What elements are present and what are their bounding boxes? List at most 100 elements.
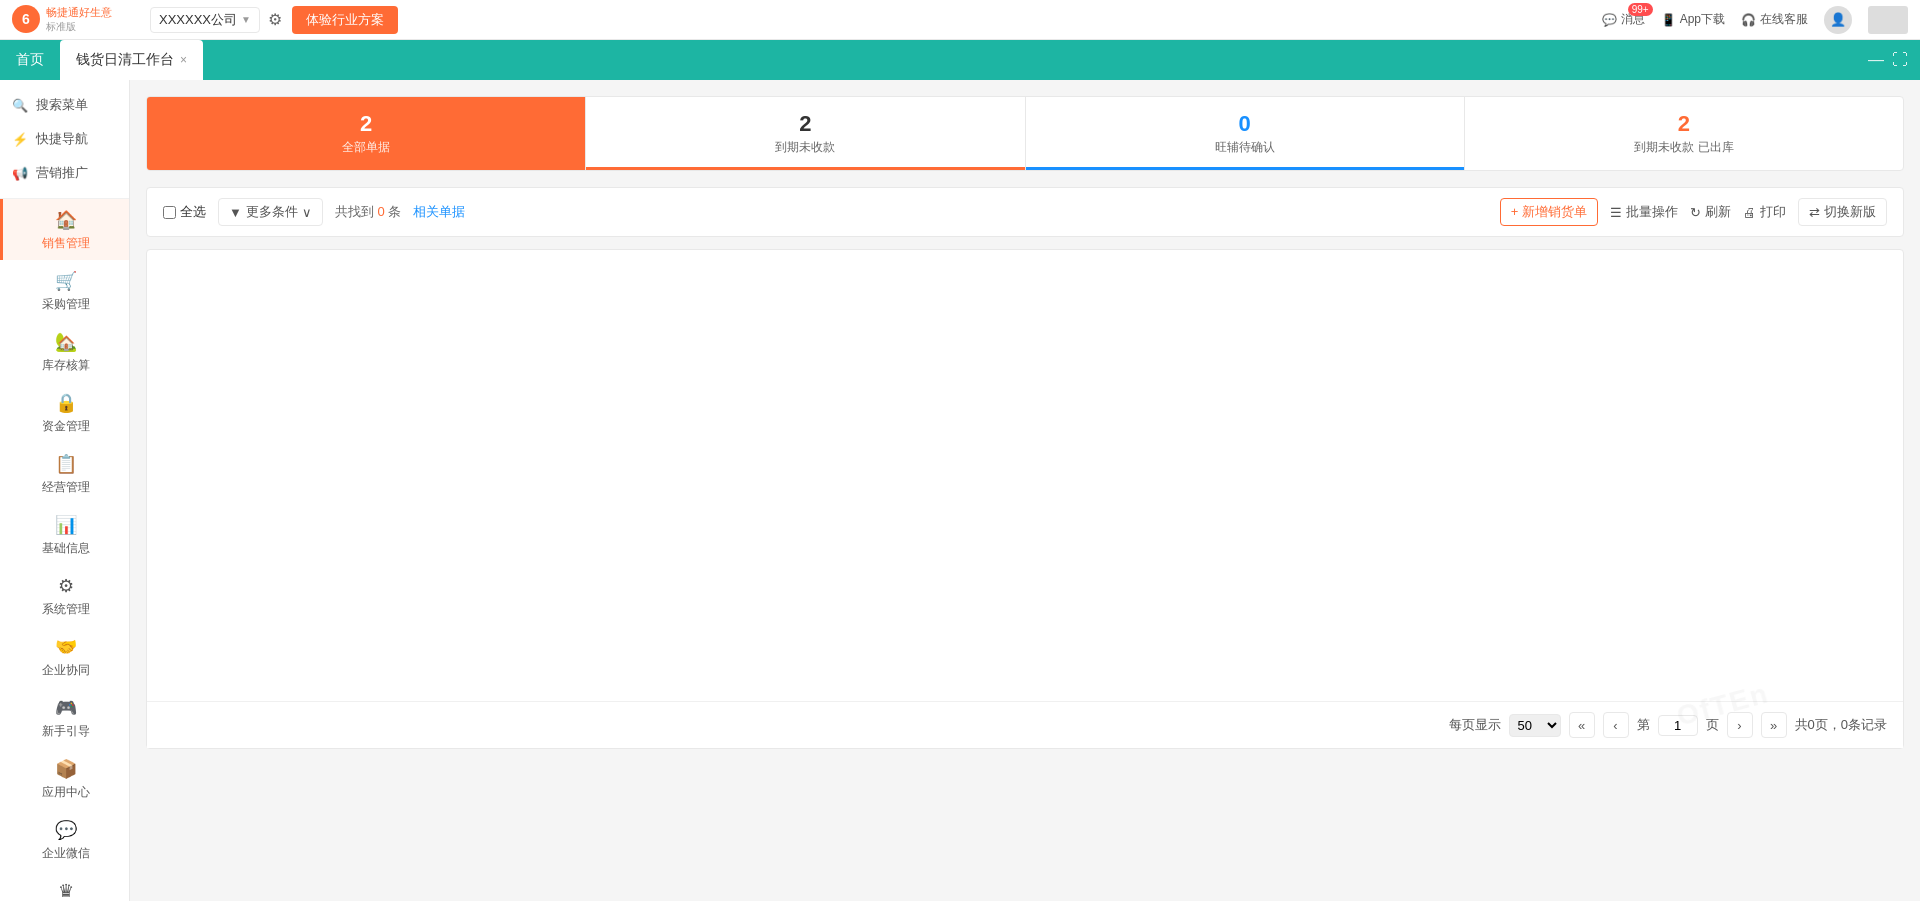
tab-bar: 首页 钱货日清工作台 × — ⛶ [0,40,1920,80]
stat-card-pending[interactable]: 0 旺辅待确认 [1026,97,1465,170]
content-area: 2 全部单据 2 到期未收款 0 旺辅待确认 2 到期未收款 已出库 [130,80,1920,901]
sidebar-item-app-center[interactable]: 📦 应用中心 [0,748,129,809]
sidebar-item-beginner-label: 新手引导 [42,723,90,740]
basic-info-icon: 📊 [55,514,77,536]
batch-label: 批量操作 [1626,203,1678,221]
first-page-btn[interactable]: « [1569,712,1595,738]
sidebar-item-purchase[interactable]: 🛒 采购管理 [0,260,129,321]
page-input[interactable] [1658,715,1698,736]
sidebar-item-inventory-label: 库存核算 [42,357,90,374]
batch-icon: ☰ [1610,205,1622,220]
company-selector[interactable]: XXXXXX公司 ▼ [150,7,260,33]
finance-icon: 🔒 [55,392,77,414]
message-btn[interactable]: 💬 消息 99+ [1602,11,1645,28]
filter-chevron-icon: ∨ [302,205,312,220]
sidebar-item-inventory[interactable]: 🏡 库存核算 [0,321,129,382]
sidebar-item-wechat-label: 企业微信 [42,845,90,862]
stat-card-shipped[interactable]: 2 到期未收款 已出库 [1465,97,1903,170]
sidebar-item-enterprise[interactable]: 🤝 企业协同 [0,626,129,687]
stat-card-overdue[interactable]: 2 到期未收款 [586,97,1025,170]
select-all-text: 全选 [180,203,206,221]
add-sales-btn[interactable]: + 新增销货单 [1500,198,1598,226]
sidebar-item-sales[interactable]: 🏠 销售管理 [0,199,129,260]
avatar[interactable]: 👤 [1824,6,1852,34]
prev-page-icon: ‹ [1613,718,1617,733]
sidebar-item-member[interactable]: ♛ 畅会员 [0,870,129,901]
switch-label: 切换新版 [1824,203,1876,221]
tab-minimize-icon[interactable]: — [1868,51,1884,69]
logo-area: 6 畅捷通好生意 标准版 [12,5,142,33]
tab-active[interactable]: 钱货日清工作台 × [60,40,203,80]
user-icon: 👤 [1830,12,1846,27]
sales-icon: 🏠 [55,209,77,231]
tab-close-icon[interactable]: × [180,53,187,67]
top-header: 6 畅捷通好生意 标准版 XXXXXX公司 ▼ ⚙ 体验行业方案 💬 消息 99… [0,0,1920,40]
stat-card-all[interactable]: 2 全部单据 [147,97,586,170]
stat-label-pending: 旺辅待确认 [1046,139,1444,156]
main-layout: 🔍 搜索菜单 ⚡ 快捷导航 📢 营销推广 🏠 销售管理 🛒 采购管理 🏡 库存核… [0,80,1920,901]
filter-icon: ▼ [229,205,242,220]
sidebar-top: 🔍 搜索菜单 ⚡ 快捷导航 📢 营销推广 [0,80,129,199]
page-suffix: 页 [1706,716,1719,734]
tab-maximize-icon[interactable]: ⛶ [1892,51,1908,69]
related-records-link[interactable]: 相关单据 [413,203,465,221]
batch-btn[interactable]: ☰ 批量操作 [1610,203,1678,221]
refresh-icon: ↻ [1690,205,1701,220]
print-label: 打印 [1760,203,1786,221]
sidebar-item-system[interactable]: ⚙ 系统管理 [0,565,129,626]
quick-nav-label: 快捷导航 [36,130,88,148]
select-all-label[interactable]: 全选 [163,203,206,221]
quick-nav-icon: ⚡ [12,132,28,147]
enterprise-icon: 🤝 [55,636,77,658]
sidebar-item-basic-info-label: 基础信息 [42,540,90,557]
inventory-icon: 🏡 [55,331,77,353]
message-badge: 99+ [1628,3,1653,16]
marketing-icon: 📢 [12,166,28,181]
select-all-checkbox[interactable] [163,206,176,219]
sidebar-item-operations[interactable]: 📋 经营管理 [0,443,129,504]
member-icon: ♛ [58,880,74,901]
search-icon: 🔍 [12,98,28,113]
pagination: 每页显示 50 100 200 « ‹ 第 页 › [147,701,1903,748]
sidebar-item-sales-label: 销售管理 [42,235,90,252]
sidebar-item-finance[interactable]: 🔒 资金管理 [0,382,129,443]
last-page-icon: » [1770,718,1777,733]
stat-label-shipped: 到期未收款 已出库 [1485,139,1883,156]
refresh-btn[interactable]: ↻ 刷新 [1690,203,1731,221]
page-size-label: 每页显示 [1449,716,1501,734]
table-area: 每页显示 50 100 200 « ‹ 第 页 › [146,249,1904,749]
tab-bar-right: — ⛶ [1868,51,1920,69]
settings-icon[interactable]: ⚙ [268,10,282,29]
print-btn[interactable]: 🖨 打印 [1743,203,1786,221]
filter-btn[interactable]: ▼ 更多条件 ∨ [218,198,323,226]
message-icon: 💬 [1602,13,1617,27]
tab-home[interactable]: 首页 [0,40,60,80]
stat-bar-overdue [586,167,1024,170]
logo-text: 畅捷通好生意 [46,5,112,19]
sidebar-search[interactable]: 🔍 搜索菜单 [0,88,129,122]
last-page-btn[interactable]: » [1761,712,1787,738]
stat-number-overdue: 2 [606,111,1004,137]
chevron-down-icon: ▼ [241,14,251,25]
experience-btn[interactable]: 体验行业方案 [292,6,398,34]
app-download-btn[interactable]: 📱 App下载 [1661,11,1725,28]
first-page-icon: « [1578,718,1585,733]
found-count: 0 [378,204,385,219]
prev-page-btn[interactable]: ‹ [1603,712,1629,738]
next-page-btn[interactable]: › [1727,712,1753,738]
sidebar-item-wechat[interactable]: 💬 企业微信 [0,809,129,870]
switch-icon: ⇄ [1809,205,1820,220]
sidebar-quick-nav[interactable]: ⚡ 快捷导航 [0,122,129,156]
sidebar-item-basic-info[interactable]: 📊 基础信息 [0,504,129,565]
switch-btn[interactable]: ⇄ 切换新版 [1798,198,1887,226]
logo-badge: 标准版 [46,20,112,34]
user-extra-area [1868,6,1908,34]
online-service-label: 在线客服 [1760,11,1808,28]
sidebar-item-beginner[interactable]: 🎮 新手引导 [0,687,129,748]
wechat-icon: 💬 [55,819,77,841]
sidebar-marketing[interactable]: 📢 营销推广 [0,156,129,190]
page-size-select[interactable]: 50 100 200 [1509,714,1561,737]
total-label: 共0页，0条记录 [1795,716,1887,734]
online-service-btn[interactable]: 🎧 在线客服 [1741,11,1808,28]
app-download-label: App下载 [1680,11,1725,28]
